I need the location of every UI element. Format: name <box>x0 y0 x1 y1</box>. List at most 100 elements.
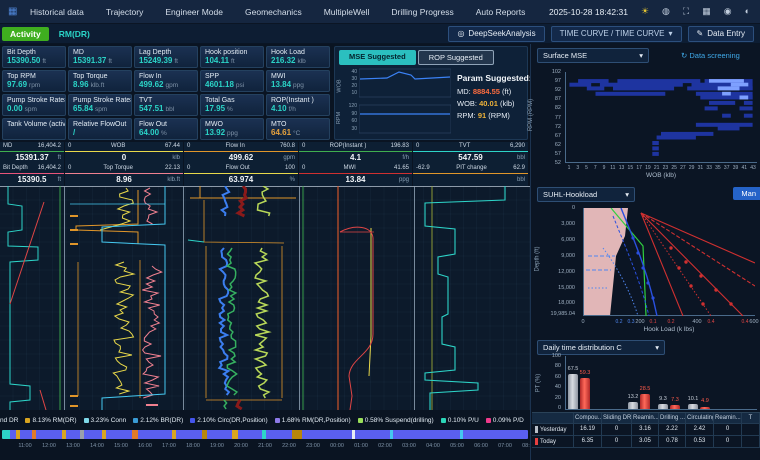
nav-item-trajectory[interactable]: Trajectory <box>106 7 143 17</box>
friction-factor-label: 0.4 <box>742 319 749 325</box>
tile-label: Bit Depth <box>7 49 61 56</box>
strip-segment <box>463 430 520 439</box>
curve-min: 0 <box>416 143 419 151</box>
param-label: WOB: <box>457 99 479 108</box>
axis-tick-label: 97 <box>531 78 561 84</box>
legend-partial-label: nd DR <box>0 417 18 424</box>
tile-unit: spm <box>25 106 37 113</box>
tab-rop-suggested[interactable]: ROP Suggested <box>418 50 494 65</box>
axis-tick-label: 200 <box>635 319 644 325</box>
axis-tick-label: 72 <box>531 124 561 130</box>
tile-label: Relative FlowOut <box>73 121 127 128</box>
axis-tick-label: 33 <box>706 165 712 171</box>
nav-item-geomechanics[interactable]: Geomechanics <box>245 7 302 17</box>
time-tick-label: 15:00 <box>114 443 128 449</box>
grid-icon[interactable]: ▦ <box>702 6 711 17</box>
globe-icon[interactable]: ◍ <box>662 6 670 17</box>
track-chart[interactable] <box>0 186 530 410</box>
tile-label: Flow Out <box>139 121 193 128</box>
tile-label: Hook Load <box>271 49 325 56</box>
nav-item-auto-reports[interactable]: Auto Reports <box>476 7 526 17</box>
tile-value: 17.95% <box>205 104 259 113</box>
curve-value-row: 63.974% <box>184 174 298 186</box>
legend-label: 3.23% Conn <box>91 417 127 424</box>
strip-segment <box>84 430 102 439</box>
strip-segment <box>302 430 352 439</box>
axis-tick-label: 0 <box>545 205 575 211</box>
curve-unit: bbl <box>517 152 525 164</box>
fullscreen-icon[interactable]: ⛶ <box>683 6 689 17</box>
legend-label: 1.68% RM(DR,Position) <box>282 417 351 424</box>
friction-factor-label: 0.4 <box>708 319 715 325</box>
friction-factor-label: 0.2 <box>616 319 623 325</box>
surface-mse-chart[interactable] <box>565 72 757 163</box>
tile-unit: % <box>227 106 233 113</box>
legend-chip <box>133 418 138 423</box>
curve-min: 0 <box>302 165 305 173</box>
axis-tick-label: 13 <box>619 165 625 171</box>
tile-label: MWI <box>271 73 325 80</box>
tile-unit: psi <box>236 82 244 89</box>
bar-value-label: 9.3 <box>659 396 667 402</box>
strip-segment <box>66 430 80 439</box>
tile-value: 547.51bbl <box>139 104 193 113</box>
sun-icon[interactable]: ☀ <box>641 6 649 17</box>
strip-segment <box>106 430 132 439</box>
data-screening-link[interactable]: ↻ Data screening <box>681 51 740 60</box>
strip-segment <box>176 430 202 439</box>
tab-mse-suggested[interactable]: MSE Suggested <box>339 50 416 65</box>
strip-segment <box>292 430 302 439</box>
axis-tick-label: 39 <box>733 165 739 171</box>
param-title: Param Suggested: <box>457 73 527 83</box>
axis-tick-label: 37 <box>724 165 730 171</box>
nav-item-engineer-mode[interactable]: Engineer Mode <box>165 7 223 17</box>
axis-tick-label: 5 <box>585 165 588 171</box>
strip-segment <box>138 430 172 439</box>
bar-yesterday <box>658 404 668 409</box>
target-icon: ◎ <box>457 29 464 38</box>
tile-unit: bbl <box>165 106 174 113</box>
table-cell: 3.16 <box>632 424 659 435</box>
suhl-select[interactable]: SUHL-Hookload▾ <box>537 187 635 202</box>
daily-bar-chart[interactable]: 67.559.313.228.59.37.310.14.9 <box>565 356 757 410</box>
suhl-chart[interactable] <box>583 208 755 316</box>
nav-item-historical-data[interactable]: Historical data <box>30 7 84 17</box>
surface-mse-select[interactable]: Surface MSE▾ <box>537 48 649 63</box>
data-entry-button[interactable]: ✎Data Entry <box>688 26 755 42</box>
curve-min: 0 <box>68 143 71 151</box>
curve-name: TVT <box>459 143 470 151</box>
param-unit: (ft) <box>500 87 511 96</box>
deepseek-analysis-button[interactable]: ◎DeepSeekAnalysis <box>448 26 544 42</box>
tile-unit: rpm <box>29 82 40 89</box>
curve-unit: ft <box>58 174 61 186</box>
manual-button[interactable]: Man <box>733 187 760 200</box>
curve-value-row: 15391.37ft <box>0 152 64 164</box>
tile-total-gas: Total Gas17.95% <box>200 94 264 116</box>
curve-type-select[interactable]: TIME CURVE / TIME CURVE▾ <box>551 26 682 42</box>
tab-activity[interactable]: Activity <box>2 27 49 41</box>
curve-name: ROP(Instant ) <box>330 143 367 151</box>
top-nav: ▦ Historical data Trajectory Engineer Mode… <box>0 0 760 24</box>
param-label: RPM: <box>457 111 478 120</box>
tile-value: 13.92ppg <box>205 128 259 137</box>
curve-max: 67.44 <box>165 143 180 151</box>
tab-rmdr[interactable]: RM(DR) <box>59 29 90 39</box>
tile-label: MWO <box>205 121 259 128</box>
nav-item-multiplewell[interactable]: MultipleWell <box>324 7 370 17</box>
rpm-axis-label: RPM <box>336 112 342 124</box>
axis-tick-label: 77 <box>531 115 561 121</box>
tile-value: 97.69rpm <box>7 80 61 89</box>
tile-pump-stroke-rate-3: Pump Stroke Rate#365.84spm <box>68 94 132 116</box>
nav-item-drilling-progress[interactable]: Drilling Progress <box>391 7 453 17</box>
user-icon[interactable]: ◉ <box>724 6 732 17</box>
tile-value: 216.32klb <box>271 56 325 65</box>
bar-value-label: 59.3 <box>580 370 591 376</box>
tile-unit: ft <box>42 58 46 65</box>
settings-icon[interactable]: ◐ <box>745 6 750 17</box>
axis-tick-label: 20 <box>533 395 561 401</box>
legend-label: 0.58% Suspend(drilling) <box>365 417 434 424</box>
toolbar: Activity RM(DR) ◎DeepSeekAnalysis TIME C… <box>0 24 760 44</box>
tile-top-torque: Top Torque8.96klb.ft <box>68 70 132 92</box>
bar-value-label: 28.5 <box>640 386 651 392</box>
curve-min: MD <box>3 143 12 151</box>
